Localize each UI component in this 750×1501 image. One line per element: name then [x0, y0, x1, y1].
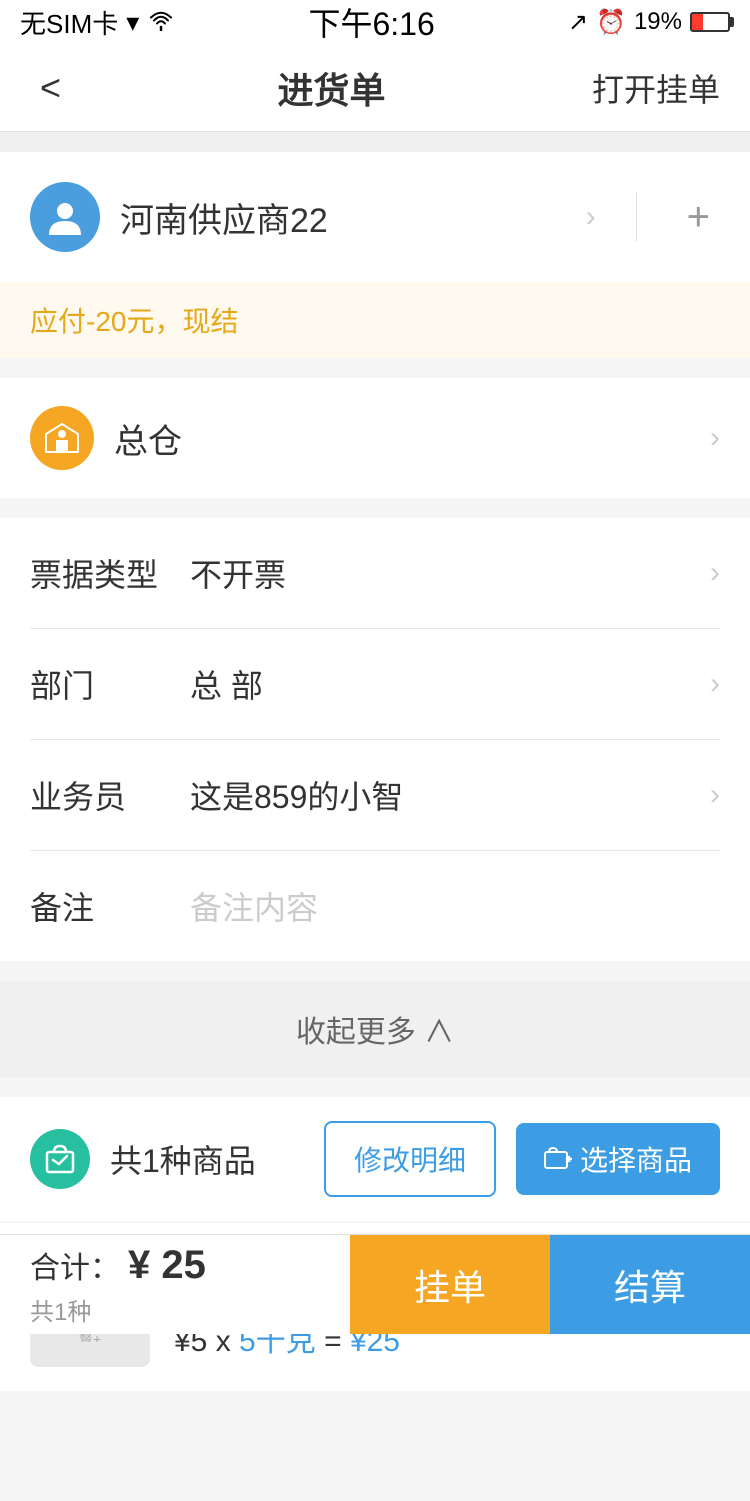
salesman-value: 这是859的小智	[190, 772, 710, 818]
product-header: 共1种商品 修改明细 选择商品	[0, 1097, 750, 1221]
status-right: ↗ ⏰ 19%	[568, 8, 730, 37]
salesman-label: 业务员	[30, 772, 190, 818]
notice-text: 应付-20元，现结	[30, 306, 238, 337]
collapse-label: 收起更多 ∧	[296, 1016, 454, 1049]
supplier-section[interactable]: 河南供应商22 › +	[0, 152, 750, 282]
page-title: 进货单	[278, 62, 386, 114]
invoice-type-value: 不开票	[190, 550, 710, 596]
status-bar: 无SIM卡 ▾ 下午6:16 ↗ ⏰ 19%	[0, 0, 750, 44]
select-product-button[interactable]: 选择商品	[516, 1123, 720, 1195]
invoice-chevron-icon: ›	[710, 556, 720, 590]
warehouse-section[interactable]: 总仓 ›	[0, 378, 750, 498]
back-button[interactable]: <	[30, 57, 71, 119]
alarm-icon: ⏰	[596, 8, 626, 37]
add-supplier-button[interactable]: +	[677, 195, 720, 240]
salesman-chevron-icon: ›	[710, 778, 720, 812]
footer-total-main: 合计： ¥ 25	[30, 1243, 320, 1288]
supplier-name: 河南供应商22	[120, 193, 566, 242]
hang-button[interactable]: 挂单	[350, 1235, 550, 1334]
total-amount: ¥ 25	[128, 1243, 206, 1288]
invoice-type-row[interactable]: 票据类型 不开票 ›	[0, 518, 750, 628]
status-time: 下午6:16	[308, 0, 434, 45]
supplier-chevron-icon: ›	[586, 200, 596, 234]
footer-total-sub: 共1种	[30, 1292, 320, 1327]
location-icon: ↗	[568, 8, 588, 37]
form-section: 票据类型 不开票 › 部门 总 部 › 业务员 这是859的小智 › 备注 备注…	[0, 518, 750, 961]
warehouse-icon	[30, 406, 94, 470]
edit-detail-button[interactable]: 修改明细	[324, 1121, 496, 1197]
warehouse-name: 总仓	[114, 414, 690, 463]
footer-total: 合计： ¥ 25 共1种	[0, 1243, 350, 1327]
wifi-icon: ▾	[126, 7, 139, 38]
invoice-type-label: 票据类型	[30, 550, 190, 596]
wifi-signal	[147, 7, 175, 38]
status-left: 无SIM卡 ▾	[20, 4, 175, 41]
carrier-label: 无SIM卡	[20, 4, 118, 41]
product-count-label: 共1种商品	[110, 1136, 304, 1182]
remark-placeholder: 备注内容	[190, 883, 720, 929]
top-divider	[0, 132, 750, 152]
department-value: 总 部	[190, 661, 710, 707]
checkout-button[interactable]: 结算	[550, 1235, 750, 1334]
salesman-row[interactable]: 业务员 这是859的小智 ›	[0, 740, 750, 850]
supplier-divider	[636, 192, 637, 242]
battery-percent: 19%	[634, 8, 682, 36]
footer: 合计： ¥ 25 共1种 挂单 结算	[0, 1234, 750, 1334]
supplier-avatar	[30, 182, 100, 252]
total-label: 合计：	[30, 1243, 120, 1287]
department-chevron-icon: ›	[710, 667, 720, 701]
remark-row[interactable]: 备注 备注内容	[0, 851, 750, 961]
select-product-label: 选择商品	[580, 1139, 692, 1179]
notice-bar: 应付-20元，现结	[0, 282, 750, 358]
open-hang-button[interactable]: 打开挂单	[592, 65, 720, 111]
product-icon	[30, 1129, 90, 1189]
footer-spacer	[0, 1391, 750, 1501]
department-label: 部门	[30, 661, 190, 707]
nav-bar: < 进货单 打开挂单	[0, 44, 750, 132]
department-row[interactable]: 部门 总 部 ›	[0, 629, 750, 739]
collapse-button[interactable]: 收起更多 ∧	[0, 981, 750, 1077]
battery-icon	[690, 12, 730, 32]
warehouse-chevron-icon: ›	[710, 421, 720, 455]
remark-label: 备注	[30, 883, 190, 929]
